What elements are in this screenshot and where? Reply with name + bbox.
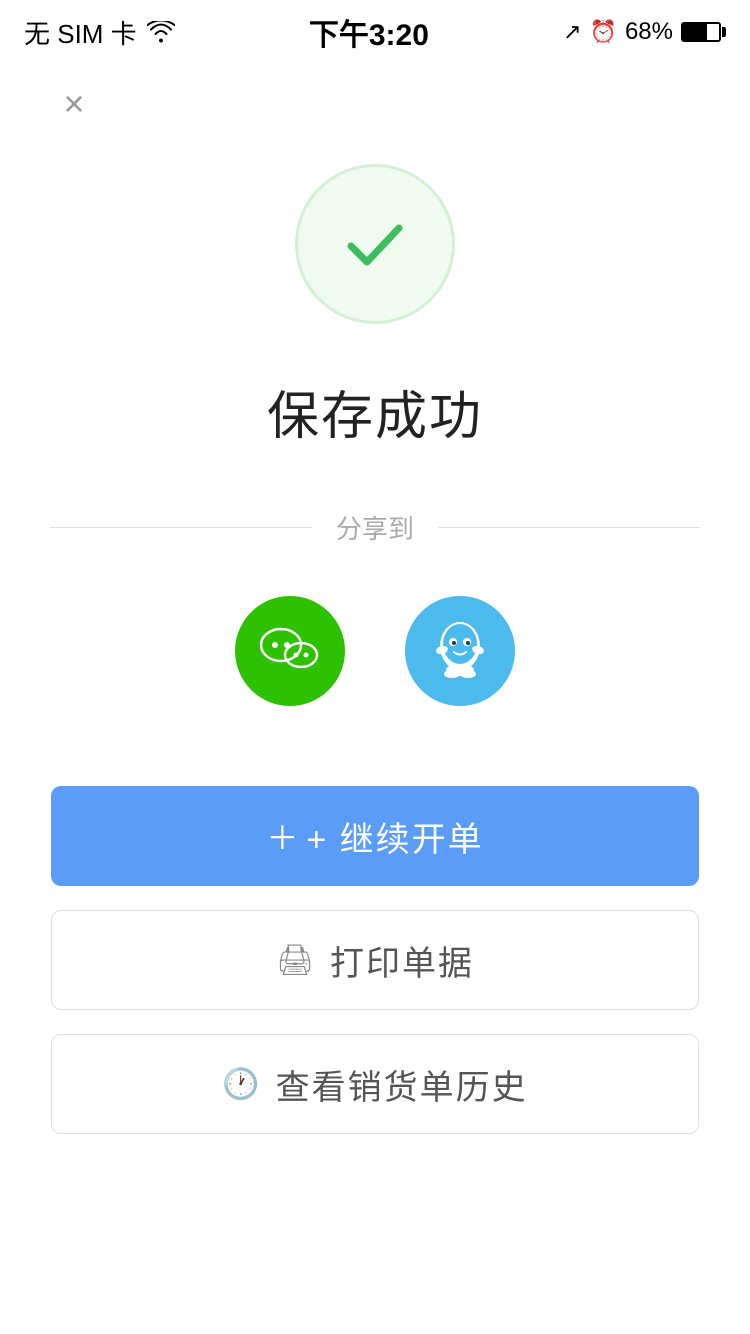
close-button[interactable]: ×	[50, 80, 98, 128]
continue-button[interactable]: ＋ + 继续开单	[51, 786, 699, 886]
wechat-icon	[257, 623, 323, 679]
success-title: 保存成功	[267, 374, 483, 449]
status-time: 下午3:20	[309, 10, 429, 54]
share-icons-row	[235, 596, 515, 706]
success-icon-circle	[295, 164, 455, 324]
qq-share-button[interactable]	[405, 596, 515, 706]
plus-icon: ＋	[266, 813, 300, 859]
battery-percent: 68%	[625, 18, 673, 46]
checkmark-icon	[335, 204, 415, 284]
battery-icon	[681, 22, 726, 42]
qq-icon	[430, 618, 490, 684]
location-icon: ↗	[563, 19, 581, 45]
share-label: 分享到	[336, 509, 414, 546]
print-button[interactable]: 🖨 打印单据	[51, 910, 699, 1010]
print-label: 打印单据	[330, 936, 474, 985]
close-icon: ×	[63, 83, 84, 125]
history-label: 查看销货单历史	[276, 1060, 528, 1109]
printer-icon: 🖨	[276, 943, 316, 978]
clock-icon: 🕐	[222, 1067, 261, 1102]
wifi-icon	[147, 21, 175, 43]
alarm-icon: ⏰	[590, 19, 617, 45]
action-buttons: ＋ + 继续开单 🖨 打印单据 🕐 查看销货单历史	[51, 786, 699, 1134]
share-divider: 分享到	[0, 509, 750, 546]
history-button[interactable]: 🕐 查看销货单历史	[51, 1034, 699, 1134]
wechat-share-button[interactable]	[235, 596, 345, 706]
status-right-area: ↗ ⏰ 68%	[563, 18, 726, 46]
status-bar: 无 SIM 卡 下午3:20 ↗ ⏰ 68%	[0, 0, 750, 64]
continue-label: + 继续开单	[306, 812, 483, 861]
carrier-text: 无 SIM 卡	[24, 14, 137, 51]
main-content: 保存成功 分享到	[0, 64, 750, 1134]
status-carrier: 无 SIM 卡	[24, 14, 175, 51]
